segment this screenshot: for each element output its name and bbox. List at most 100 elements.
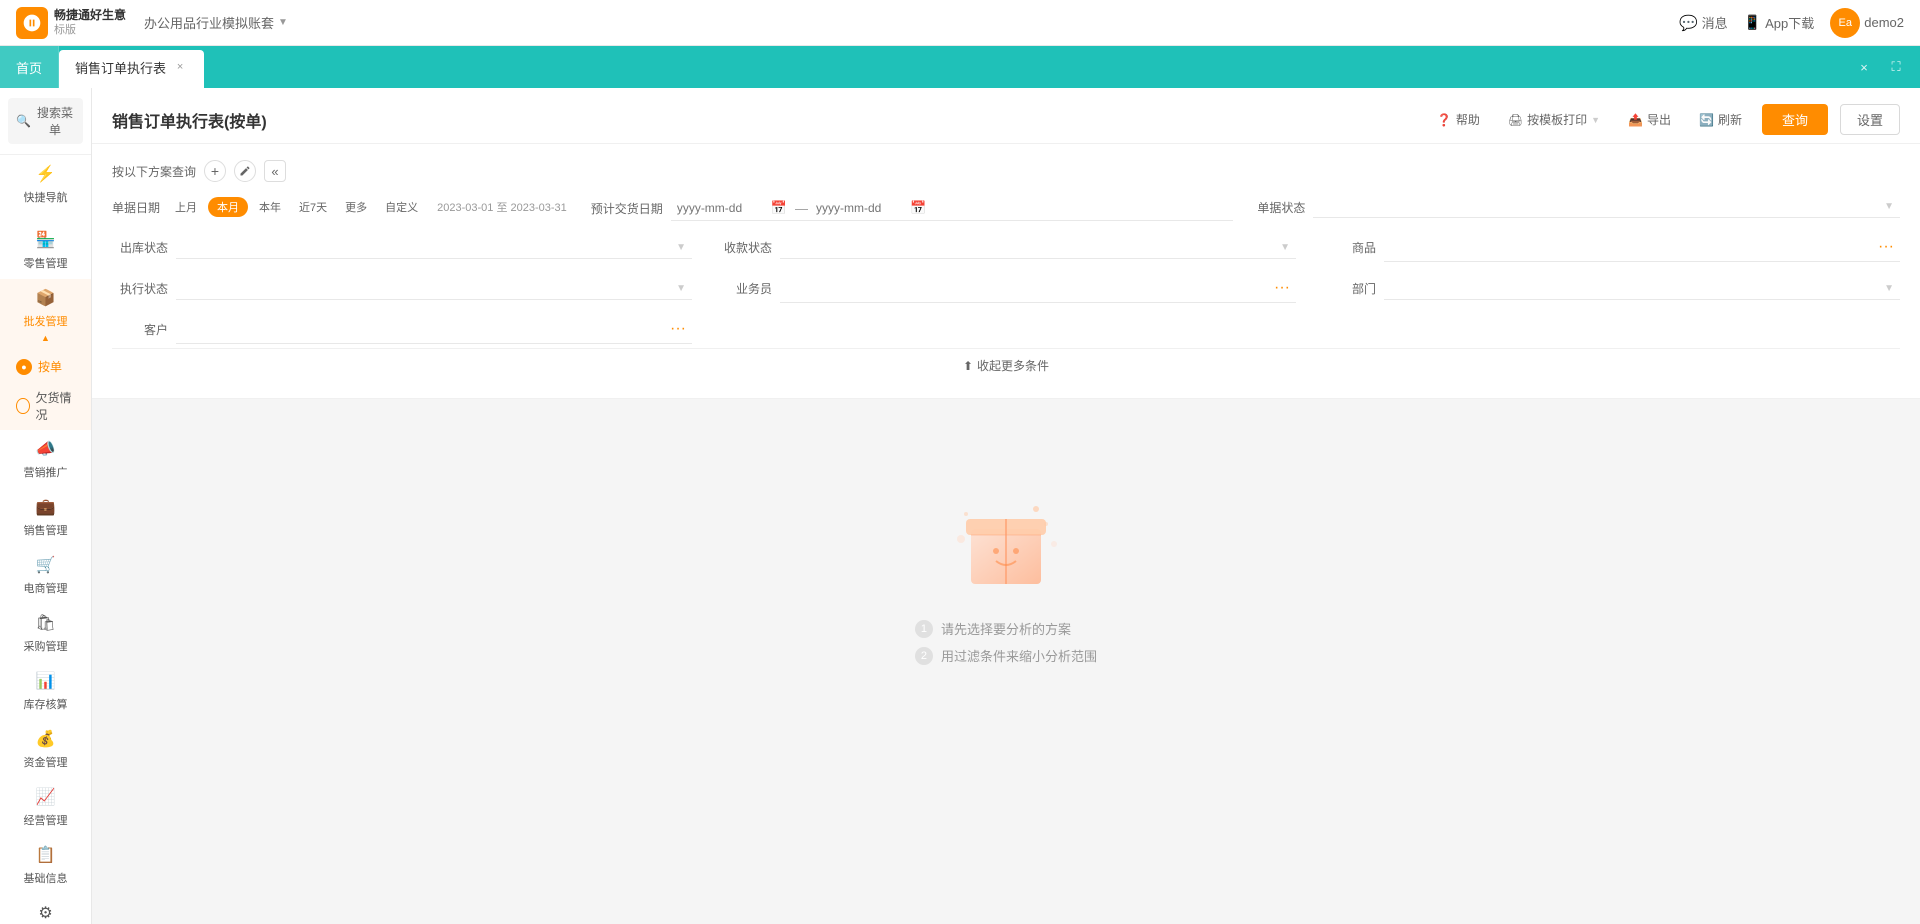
tab-active[interactable]: 销售订单执行表 ×: [59, 50, 204, 88]
date-tag-prev-month[interactable]: 上月: [168, 196, 204, 218]
content-area: 销售订单执行表(按单) ❓ 帮助 🖨 按模板打印 ▼ 📤 导出 🔄 刷新: [92, 88, 1920, 924]
execution-filter: 执行状态 ▼: [112, 274, 692, 303]
sidebar-item-inventory[interactable]: 📊 库存核算: [0, 662, 91, 720]
calendar-end-icon[interactable]: 📅: [910, 200, 926, 216]
operations-icon: 📈: [35, 786, 57, 808]
status-select[interactable]: ▼: [1313, 196, 1900, 218]
logo-text: 畅捷通好生意 标版: [54, 8, 126, 38]
message-icon: 💬: [1679, 14, 1698, 32]
step-num-1: 1: [915, 620, 933, 638]
inactive-dot: [16, 398, 30, 414]
filter-row-2: 出库状态 ▼ 收款状态 ▼ 商品 ···: [112, 233, 1900, 262]
system-icon: ⚙: [35, 902, 57, 924]
print-icon: 🖨: [1508, 113, 1523, 127]
marketing-icon: 📣: [35, 438, 57, 460]
date-tag-more[interactable]: 更多: [338, 196, 374, 218]
sidebar-search-area: 🔍 搜索菜单: [0, 88, 91, 155]
help-icon: ❓: [1437, 113, 1452, 127]
scheme-label: 按以下方案查询: [112, 163, 196, 180]
sidebar-item-retail[interactable]: 🏪 零售管理: [0, 221, 91, 279]
tab-close-window-button[interactable]: ×: [1852, 55, 1876, 79]
sidebar: 🔍 搜索菜单 ⚡ 快捷导航 🏪 零售管理 📦 批发管理 ▲ ● 按单: [0, 88, 92, 924]
tab-close-icon[interactable]: ×: [172, 59, 188, 75]
download-action[interactable]: 📱 App下载: [1744, 13, 1815, 32]
inventory-icon: 📊: [35, 670, 57, 692]
goods-label: 商品: [1320, 239, 1376, 256]
warehouse-select[interactable]: ▼: [176, 237, 692, 259]
tab-expand-button[interactable]: ⛶: [1884, 55, 1908, 79]
wholesale-submenu: ● 按单 欠货情况: [0, 351, 91, 430]
help-button[interactable]: ❓ 帮助: [1429, 107, 1488, 132]
calendar-start-icon[interactable]: 📅: [771, 200, 787, 216]
salesperson-input[interactable]: ···: [780, 274, 1296, 303]
wholesale-icon: 📦: [35, 287, 57, 309]
collapse-bar[interactable]: ⬆ 收起更多条件: [112, 348, 1900, 382]
scheme-add-button[interactable]: +: [204, 160, 226, 182]
scheme-header: 按以下方案查询 + «: [112, 160, 1900, 182]
avatar: Ea: [1830, 8, 1860, 38]
print-arrow-icon: ▼: [1591, 115, 1600, 125]
sidebar-item-sales[interactable]: 💼 销售管理: [0, 488, 91, 546]
date-tags: 上月 本月 本年 近7天 更多 自定义: [168, 196, 425, 218]
date-tag-this-month[interactable]: 本月: [208, 197, 248, 217]
department-select[interactable]: ▼: [1384, 278, 1900, 300]
execution-chevron-icon: ▼: [676, 283, 686, 294]
sidebar-item-marketing[interactable]: 📣 营销推广: [0, 430, 91, 488]
date-tag-this-year[interactable]: 本年: [252, 196, 288, 218]
refresh-icon: 🔄: [1699, 113, 1714, 127]
sidebar-item-system[interactable]: ⚙ 系统管理: [0, 894, 91, 924]
chevron-down-icon: ▼: [278, 17, 288, 28]
date-filter-section: 单据日期 上月 本月 本年 近7天 更多 自定义 2023-03-01 至 20…: [112, 196, 567, 218]
sidebar-item-finance[interactable]: 💰 资金管理: [0, 720, 91, 778]
department-chevron-icon: ▼: [1884, 283, 1894, 294]
sidebar-item-basic-info[interactable]: 📋 基础信息: [0, 836, 91, 894]
user-action[interactable]: Ea demo2: [1830, 8, 1904, 38]
tab-bar: 首页 销售订单执行表 × × ⛶: [0, 46, 1920, 88]
expected-date-end-input[interactable]: [816, 201, 906, 215]
expected-date-range: 📅 — 📅: [671, 196, 1234, 221]
expected-date-label: 预计交货日期: [591, 200, 663, 217]
step-num-2: 2: [915, 647, 933, 665]
customer-input[interactable]: ···: [176, 315, 692, 344]
date-range-separator: —: [795, 201, 808, 216]
scheme-edit-button[interactable]: [234, 160, 256, 182]
message-action[interactable]: 💬 消息: [1679, 13, 1728, 32]
date-tag-7days[interactable]: 近7天: [292, 196, 334, 218]
settings-button[interactable]: 设置: [1840, 104, 1900, 135]
sidebar-search-button[interactable]: 🔍 搜索菜单: [8, 98, 83, 144]
sidebar-item-purchase[interactable]: 🛍 采购管理: [0, 604, 91, 662]
scheme-collapse-button[interactable]: «: [264, 160, 286, 182]
sidebar-item-wholesale[interactable]: 📦 批发管理 ▲: [0, 279, 91, 351]
date-tag-custom[interactable]: 自定义: [378, 196, 425, 218]
execution-select[interactable]: ▼: [176, 278, 692, 300]
header-left: 畅捷通好生意 标版 办公用品行业模拟账套 ▼: [16, 7, 296, 39]
app-selector[interactable]: 办公用品行业模拟账套 ▼: [136, 9, 296, 36]
salesperson-label: 业务员: [716, 280, 772, 297]
submenu-item-order[interactable]: ● 按单: [0, 351, 91, 382]
customer-more-icon[interactable]: ···: [670, 320, 686, 338]
header-right: 💬 消息 📱 App下载 Ea demo2: [1679, 8, 1904, 38]
print-button[interactable]: 🖨 按模板打印 ▼: [1500, 107, 1608, 132]
empty-step-1: 1 请先选择要分析的方案: [915, 619, 1097, 638]
expected-date-start-input[interactable]: [677, 201, 767, 215]
empty-step-2: 2 用过滤条件来缩小分析范围: [915, 646, 1097, 665]
main-layout: 🔍 搜索菜单 ⚡ 快捷导航 🏪 零售管理 📦 批发管理 ▲ ● 按单: [0, 88, 1920, 924]
tab-spacer: [204, 46, 1840, 88]
search-button[interactable]: 查询: [1762, 104, 1828, 135]
customer-label: 客户: [112, 321, 168, 338]
sidebar-item-ecommerce[interactable]: 🛒 电商管理: [0, 546, 91, 604]
sidebar-item-quick-nav[interactable]: ⚡ 快捷导航: [0, 155, 91, 213]
payment-select[interactable]: ▼: [780, 237, 1296, 259]
page-actions: ❓ 帮助 🖨 按模板打印 ▼ 📤 导出 🔄 刷新 查询 设置: [1429, 104, 1900, 135]
search-icon: 🔍: [16, 114, 31, 128]
tab-home[interactable]: 首页: [0, 46, 59, 88]
salesperson-more-icon[interactable]: ···: [1274, 279, 1290, 297]
goods-input[interactable]: ···: [1384, 233, 1900, 262]
refresh-button[interactable]: 🔄 刷新: [1691, 107, 1750, 132]
export-button[interactable]: 📤 导出: [1620, 107, 1679, 132]
logo-box: 畅捷通好生意 标版: [16, 7, 126, 39]
page-title: 销售订单执行表(按单): [112, 108, 267, 132]
sidebar-item-operations[interactable]: 📈 经营管理: [0, 778, 91, 836]
goods-more-icon[interactable]: ···: [1878, 238, 1894, 256]
submenu-item-shortage[interactable]: 欠货情况: [0, 382, 91, 430]
